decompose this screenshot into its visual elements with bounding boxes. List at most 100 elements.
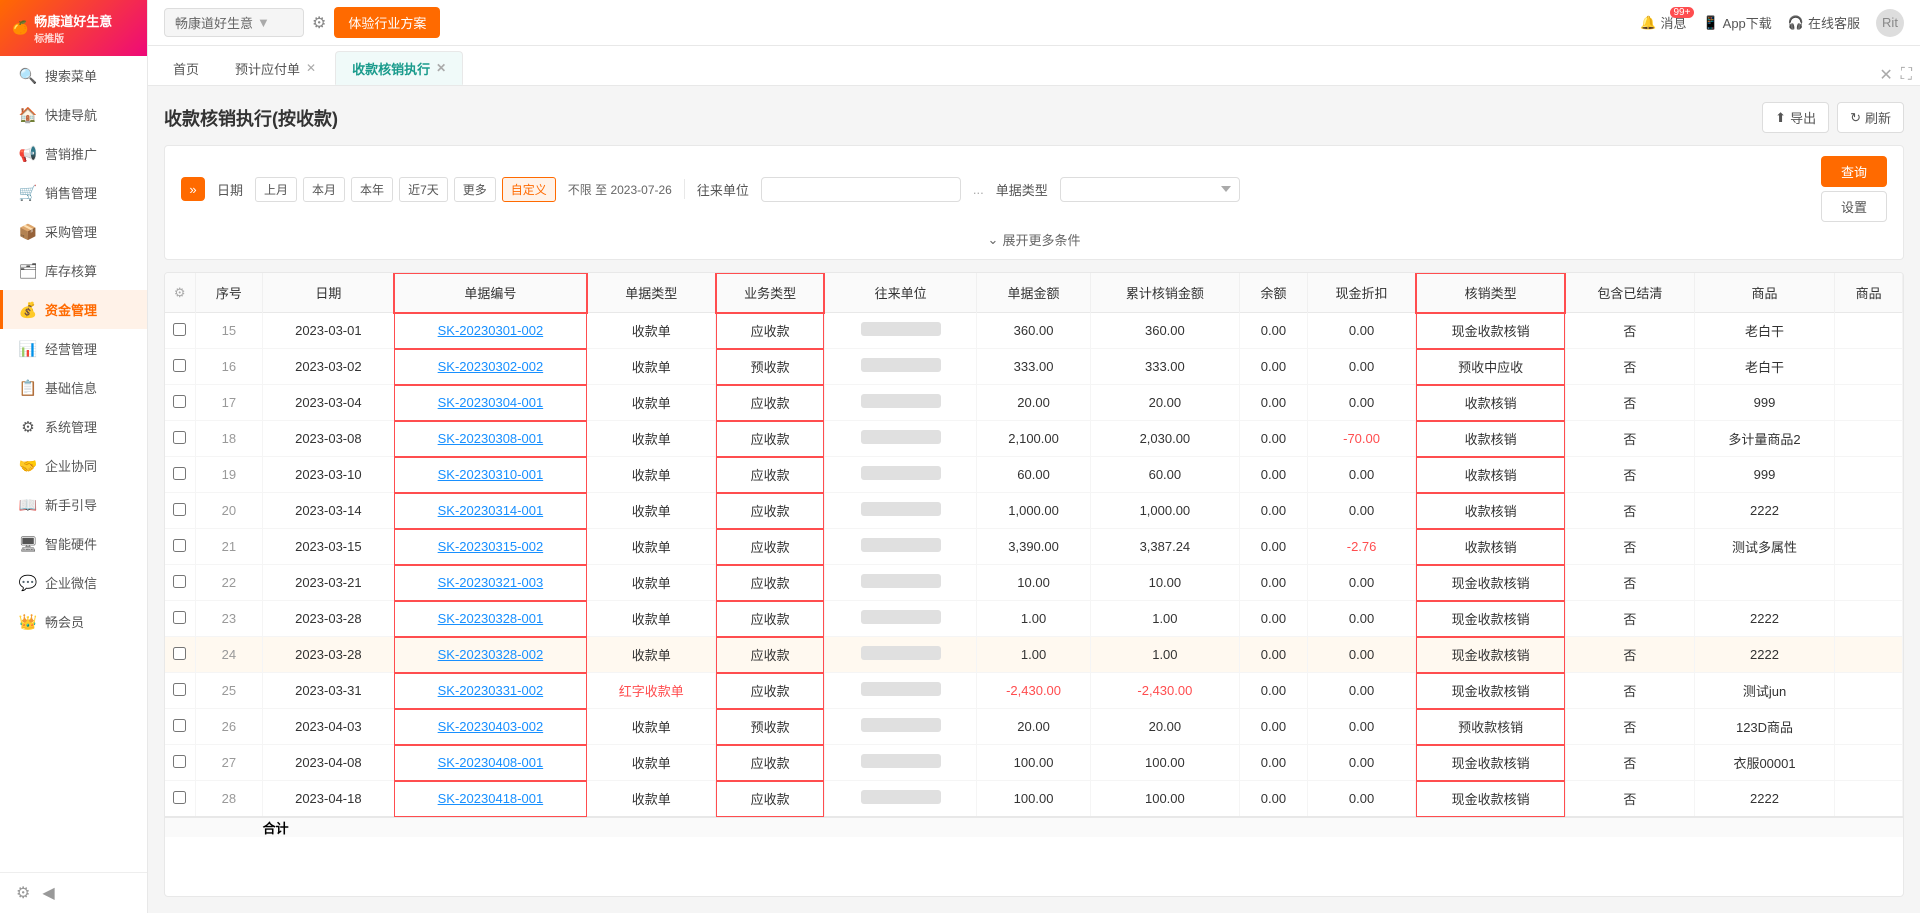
table-row[interactable]: 182023-03-08SK-20230308-001收款单应收款2,100.0…: [165, 421, 1903, 457]
td-write-off-type: 现金收款核销: [1416, 601, 1565, 637]
sidebar-item-enterprise[interactable]: 🤝 企业协同: [0, 446, 147, 485]
operation-icon: 📊: [19, 340, 37, 358]
date-this-year-btn[interactable]: 本年: [351, 177, 393, 202]
sidebar-item-guide[interactable]: 📖 新手引导: [0, 485, 147, 524]
sidebar-item-quicknav[interactable]: 🏠 快捷导航: [0, 95, 147, 134]
user-avatar[interactable]: Rit: [1876, 9, 1904, 37]
td-checkbox[interactable]: [165, 421, 195, 457]
wechat-icon: 💬: [19, 574, 37, 592]
td-unit: [824, 745, 977, 781]
date-last-month-btn[interactable]: 上月: [255, 177, 297, 202]
th-write-off-amount: 累计核销金额: [1090, 273, 1239, 313]
date-7days-btn[interactable]: 近7天: [399, 177, 448, 202]
td-voucher-no: SK-20230331-002: [394, 673, 587, 709]
td-date: 2023-03-10: [263, 457, 394, 493]
tab-prepay-close-icon[interactable]: ✕: [306, 61, 316, 75]
td-checkbox[interactable]: [165, 673, 195, 709]
table-row[interactable]: 282023-04-18SK-20230418-001收款单应收款100.001…: [165, 781, 1903, 818]
table-row[interactable]: 262023-04-03SK-20230403-002收款单预收款20.0020…: [165, 709, 1903, 745]
sidebar-logo: 🍊 畅康道好生意 标推版: [0, 0, 147, 56]
table-row[interactable]: 162023-03-02SK-20230302-002收款单预收款333.003…: [165, 349, 1903, 385]
sidebar-item-operation[interactable]: 📊 经营管理: [0, 329, 147, 368]
table-row[interactable]: 232023-03-28SK-20230328-001收款单应收款1.001.0…: [165, 601, 1903, 637]
td-checkbox[interactable]: [165, 745, 195, 781]
online-service-item[interactable]: 🎧 在线客服: [1788, 13, 1860, 32]
td-write-off-type: 收款核销: [1416, 529, 1565, 565]
th-settings[interactable]: ⚙: [165, 273, 195, 313]
td-checkbox[interactable]: [165, 313, 195, 349]
filter-settings-button[interactable]: 设置: [1821, 191, 1887, 222]
sidebar-item-finance[interactable]: 💰 资金管理: [0, 290, 147, 329]
notifications-item[interactable]: 🔔 消息 99+: [1640, 13, 1686, 32]
voucher-type-label: 单据类型: [996, 180, 1048, 199]
table-row[interactable]: 202023-03-14SK-20230314-001收款单应收款1,000.0…: [165, 493, 1903, 529]
tab-collection-label: 收款核销执行: [352, 59, 430, 78]
td-checkbox[interactable]: [165, 601, 195, 637]
td-checkbox[interactable]: [165, 457, 195, 493]
table-row[interactable]: 272023-04-08SK-20230408-001收款单应收款100.001…: [165, 745, 1903, 781]
td-checkbox[interactable]: [165, 781, 195, 818]
td-checkbox[interactable]: [165, 493, 195, 529]
filter-expand-more[interactable]: ⌄ 展开更多条件: [181, 230, 1887, 249]
sidebar-item-basic[interactable]: 📋 基础信息: [0, 368, 147, 407]
close-tab-icon[interactable]: ✕: [1879, 65, 1892, 85]
settings-bottom-icon[interactable]: ⚙: [16, 883, 30, 903]
sidebar-item-inventory[interactable]: 🗂 库存核算: [0, 251, 147, 290]
sidebar-item-system[interactable]: ⚙ 系统管理: [0, 407, 147, 446]
company-dropdown[interactable]: 畅康道好生意 ▼: [164, 8, 304, 37]
filter-expand-button[interactable]: »: [181, 177, 205, 201]
sidebar-item-hardware[interactable]: 🖥 智能硬件: [0, 524, 147, 563]
voucher-type-select[interactable]: [1060, 177, 1240, 202]
td-checkbox[interactable]: [165, 709, 195, 745]
collapse-icon[interactable]: ◀: [42, 883, 54, 903]
date-custom-btn[interactable]: 自定义: [502, 177, 556, 202]
td-write-off: 60.00: [1090, 457, 1239, 493]
solution-button[interactable]: 体验行业方案: [334, 7, 440, 38]
unit-label: 往来单位: [697, 180, 749, 199]
th-biz-type: 业务类型: [716, 273, 825, 313]
td-amount: 333.00: [977, 349, 1090, 385]
query-button[interactable]: 查询: [1821, 156, 1887, 187]
td-write-off: 1,000.00: [1090, 493, 1239, 529]
tab-collection[interactable]: 收款核销执行 ✕: [335, 51, 463, 85]
unit-input[interactable]: [761, 177, 961, 202]
app-download-item[interactable]: 📱 App下载: [1702, 13, 1771, 32]
table-row[interactable]: 242023-03-28SK-20230328-002收款单应收款1.001.0…: [165, 637, 1903, 673]
table-row[interactable]: 252023-03-31SK-20230331-002红字收款单应收款-2,43…: [165, 673, 1903, 709]
tab-prepay[interactable]: 预计应付单 ✕: [218, 51, 333, 85]
sidebar-item-purchase[interactable]: 📦 采购管理: [0, 212, 147, 251]
table-row[interactable]: 172023-03-04SK-20230304-001收款单应收款20.0020…: [165, 385, 1903, 421]
date-this-month-btn[interactable]: 本月: [303, 177, 345, 202]
table-settings-icon[interactable]: ⚙: [174, 285, 186, 300]
expand-tab-icon[interactable]: ⛶: [1901, 66, 1912, 84]
td-write-off-type: 预收中应收: [1416, 349, 1565, 385]
footer-empty: [165, 817, 195, 837]
td-checkbox[interactable]: [165, 385, 195, 421]
sidebar-item-sales[interactable]: 🛒 销售管理: [0, 173, 147, 212]
td-biz-type: 应收款: [716, 457, 825, 493]
footer-empty7: [1565, 817, 1694, 837]
td-product2: [1835, 457, 1903, 493]
table-row[interactable]: 222023-03-21SK-20230321-003收款单应收款10.0010…: [165, 565, 1903, 601]
date-more-btn[interactable]: 更多: [454, 177, 496, 202]
export-button[interactable]: ⬆ 导出: [1762, 102, 1829, 133]
td-amount: 1.00: [977, 601, 1090, 637]
td-checkbox[interactable]: [165, 349, 195, 385]
refresh-button[interactable]: ↻ 刷新: [1837, 102, 1904, 133]
td-checkbox[interactable]: [165, 637, 195, 673]
sidebar-item-search[interactable]: 🔍 搜索菜单: [0, 56, 147, 95]
sidebar-item-member[interactable]: 👑 畅会员: [0, 602, 147, 641]
td-balance: 0.00: [1240, 349, 1308, 385]
table-row[interactable]: 192023-03-10SK-20230310-001收款单应收款60.0060…: [165, 457, 1903, 493]
tab-collection-close-icon[interactable]: ✕: [436, 61, 446, 75]
td-voucher-no: SK-20230308-001: [394, 421, 587, 457]
table-row[interactable]: 152023-03-01SK-20230301-002收款单应收款360.003…: [165, 313, 1903, 349]
sidebar-item-marketing[interactable]: 📢 营销推广: [0, 134, 147, 173]
td-checkbox[interactable]: [165, 565, 195, 601]
sidebar-item-wechat[interactable]: 💬 企业微信: [0, 563, 147, 602]
tab-home[interactable]: 首页: [156, 51, 216, 85]
table-row[interactable]: 212023-03-15SK-20230315-002收款单应收款3,390.0…: [165, 529, 1903, 565]
refresh-icon: ↻: [1850, 110, 1861, 126]
td-checkbox[interactable]: [165, 529, 195, 565]
settings-gear-icon[interactable]: ⚙: [312, 13, 326, 33]
